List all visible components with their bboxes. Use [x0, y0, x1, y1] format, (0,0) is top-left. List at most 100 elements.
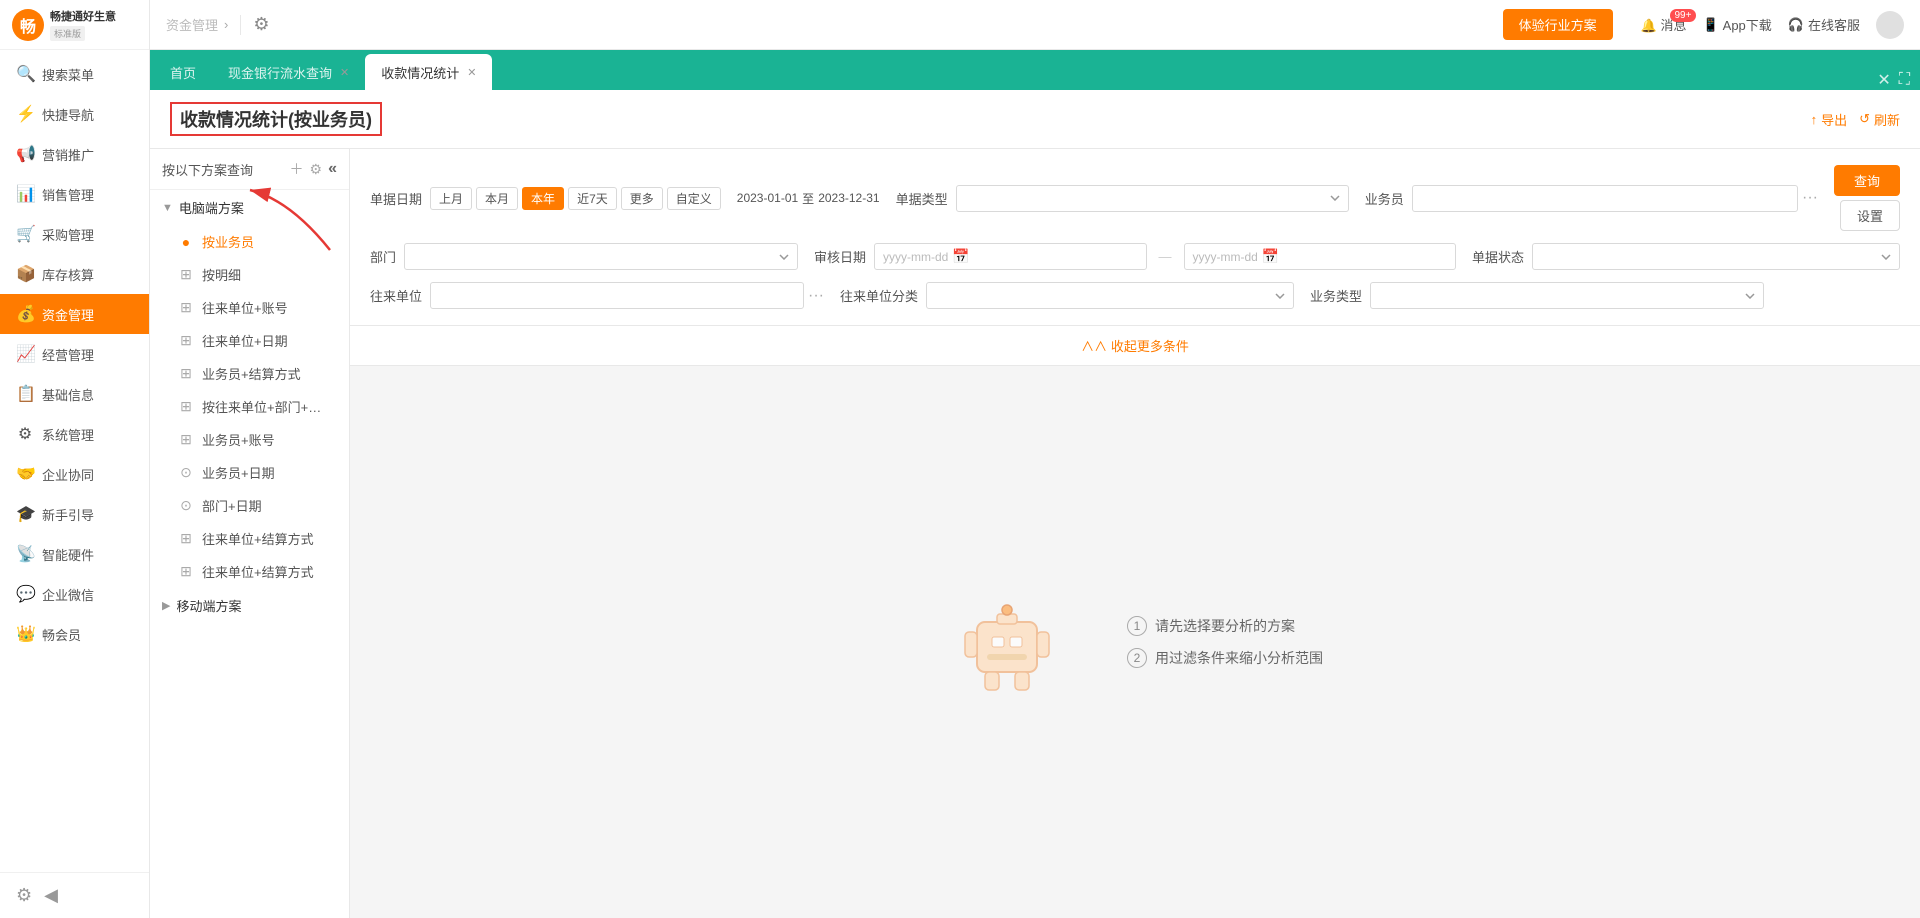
- app-download-area[interactable]: 📱 App下载: [1702, 15, 1771, 34]
- doc-type-label: 单据类型: [896, 189, 948, 208]
- panel-item-unit-date[interactable]: ⊞ 往来单位+日期: [150, 324, 349, 357]
- date-btn-this-month[interactable]: 本月: [476, 187, 518, 210]
- sidebar-item-system[interactable]: ⚙ 系统管理: [0, 414, 149, 454]
- settings-footer-icon[interactable]: ⚙: [16, 885, 32, 906]
- online-service-area[interactable]: 🎧 在线客服: [1788, 15, 1860, 34]
- sidebar-item-purchase[interactable]: 🛒 采购管理: [0, 214, 149, 254]
- date-btn-this-year[interactable]: 本年: [522, 187, 564, 210]
- sidebar-item-finance[interactable]: 💰 资金管理: [0, 294, 149, 334]
- dept-select[interactable]: [404, 243, 798, 270]
- panel-item-by-salesman[interactable]: ● 按业务员: [150, 225, 349, 258]
- iot-icon: 📡: [16, 544, 34, 564]
- sidebar-item-label: 资金管理: [42, 305, 94, 324]
- date-separator: 至: [802, 190, 814, 207]
- panel-item-salesman-date[interactable]: ⊙ 业务员+日期: [150, 456, 349, 489]
- panel-item-by-detail[interactable]: ⊞ 按明细: [150, 258, 349, 291]
- tab-collection-stats[interactable]: 收款情况统计 ✕: [365, 54, 492, 90]
- notification-area[interactable]: 🔔 消息 99+: [1641, 15, 1687, 34]
- guide-icon: 🎓: [16, 504, 34, 524]
- empty-tips: 1 请先选择要分析的方案 2 用过滤条件来缩小分析范围: [1127, 616, 1323, 668]
- doc-status-filter-group: 单据状态: [1472, 243, 1900, 270]
- date-btn-more[interactable]: 更多: [621, 187, 663, 210]
- sidebar-item-enterprise[interactable]: 🤝 企业协同: [0, 454, 149, 494]
- user-avatar[interactable]: [1876, 11, 1904, 39]
- bell-icon: 🔔: [1641, 18, 1657, 33]
- mobile-section-title[interactable]: ▶ 移动端方案: [150, 588, 349, 623]
- panel-item-dept-date[interactable]: ⊙ 部门+日期: [150, 489, 349, 522]
- partner-input[interactable]: [430, 282, 804, 309]
- quick-nav-icon: ⚡: [16, 104, 34, 124]
- refresh-button[interactable]: ↺ 刷新: [1859, 110, 1900, 129]
- sidebar-item-inventory[interactable]: 📦 库存核算: [0, 254, 149, 294]
- add-scheme-icon[interactable]: ＋: [290, 159, 304, 179]
- dept-label: 部门: [370, 247, 396, 266]
- unit-settlement2-icon: ⊞: [178, 563, 194, 580]
- panel-item-unit-settlement1[interactable]: ⊞ 往来单位+结算方式: [150, 522, 349, 555]
- export-button[interactable]: ↑ 导出: [1811, 110, 1848, 129]
- breadcrumb-text: 资金管理: [166, 15, 218, 34]
- purchase-icon: 🛒: [16, 224, 34, 244]
- collapse-panel-button[interactable]: «: [328, 160, 337, 178]
- panel-item-salesman-account[interactable]: ⊞ 业务员+账号: [150, 423, 349, 456]
- collapse-bar[interactable]: ∧∧ 收起更多条件: [350, 326, 1920, 366]
- tab-bank-flow[interactable]: 现金银行流水查询 ✕: [212, 54, 365, 90]
- fullscreen-button[interactable]: ⛶: [1899, 71, 1910, 89]
- salesman-input[interactable]: [1412, 185, 1798, 212]
- panel-item-unit-dept-collect[interactable]: ⊞ 按往来单位+部门+收...: [150, 390, 349, 423]
- sidebar-item-basic-info[interactable]: 📋 基础信息: [0, 374, 149, 414]
- calendar-icon-to: 📅: [1262, 248, 1279, 265]
- query-button[interactable]: 查询: [1834, 165, 1900, 196]
- empty-tip-2: 2 用过滤条件来缩小分析范围: [1127, 648, 1323, 668]
- close-all-button[interactable]: ✕: [1877, 70, 1890, 90]
- filter-settings-button[interactable]: 设置: [1840, 200, 1900, 231]
- tab-collection-stats-close[interactable]: ✕: [467, 66, 476, 79]
- marketing-icon: 📢: [16, 144, 34, 164]
- dept-filter-group: 部门: [370, 243, 798, 270]
- panel-item-label: 往来单位+账号: [202, 298, 288, 317]
- doc-status-select[interactable]: [1532, 243, 1900, 270]
- panel-item-salesman-settlement[interactable]: ⊞ 业务员+结算方式: [150, 357, 349, 390]
- sidebar-item-iot[interactable]: 📡 智能硬件: [0, 534, 149, 574]
- sidebar-item-sales[interactable]: 📊 销售管理: [0, 174, 149, 214]
- app-download-label: App下载: [1723, 15, 1772, 34]
- partner-category-select[interactable]: [926, 282, 1294, 309]
- desktop-section-title[interactable]: ▼ 电脑端方案: [150, 190, 349, 225]
- audit-date-label: 审核日期: [814, 247, 866, 266]
- tab-home[interactable]: 首页: [150, 54, 212, 90]
- page-header: 收款情况统计(按业务员) ↑ 导出 ↺ 刷新: [150, 90, 1920, 149]
- date-btn-custom[interactable]: 自定义: [667, 187, 721, 210]
- sidebar-item-wechat[interactable]: 💬 企业微信: [0, 574, 149, 614]
- sidebar-item-operations[interactable]: 📈 经营管理: [0, 334, 149, 374]
- audit-date-from-input[interactable]: yyyy-mm-dd 📅: [874, 243, 1147, 270]
- sidebar-item-member[interactable]: 👑 畅会员: [0, 614, 149, 654]
- partner-more-icon[interactable]: ···: [808, 287, 824, 305]
- date-range-input: 2023-01-01 至 2023-12-31: [737, 190, 880, 207]
- trial-button[interactable]: 体验行业方案: [1503, 9, 1613, 40]
- sidebar-item-search-menu[interactable]: 🔍 搜索菜单: [0, 54, 149, 94]
- date-btn-last-month[interactable]: 上月: [430, 187, 472, 210]
- page-body: 按以下方案查询 ＋ ⚙ «: [150, 149, 1920, 918]
- settings-scheme-icon[interactable]: ⚙: [310, 161, 323, 178]
- salesman-more-icon[interactable]: ···: [1802, 189, 1818, 207]
- date-range-buttons: 上月 本月 本年 近7天 更多 自定义: [430, 187, 721, 210]
- date-btn-last-7days[interactable]: 近7天: [568, 187, 617, 210]
- sidebar-item-guide[interactable]: 🎓 新手引导: [0, 494, 149, 534]
- biz-type-select[interactable]: [1370, 282, 1764, 309]
- wechat-icon: 💬: [16, 584, 34, 604]
- unit-account-icon: ⊞: [178, 299, 194, 316]
- settings-icon[interactable]: ⚙: [253, 14, 269, 35]
- topbar: 资金管理 › ⚙ 体验行业方案 🔔 消息 99+ 📱 App下载 🎧 在线客服: [150, 0, 1920, 50]
- tab-bank-flow-close[interactable]: ✕: [340, 66, 349, 79]
- audit-date-to-input[interactable]: yyyy-mm-dd 📅: [1184, 243, 1457, 270]
- sidebar-item-marketing[interactable]: 📢 营销推广: [0, 134, 149, 174]
- doc-status-label: 单据状态: [1472, 247, 1524, 266]
- panel-item-unit-settlement2[interactable]: ⊞ 往来单位+结算方式: [150, 555, 349, 588]
- sidebar-item-quick-nav[interactable]: ⚡ 快捷导航: [0, 94, 149, 134]
- operations-icon: 📈: [16, 344, 34, 364]
- doc-type-select[interactable]: [956, 185, 1349, 212]
- biz-type-filter-group: 业务类型: [1310, 282, 1764, 309]
- panel-item-unit-account[interactable]: ⊞ 往来单位+账号: [150, 291, 349, 324]
- export-icon: ↑: [1811, 112, 1818, 127]
- collapse-sidebar-icon[interactable]: ◀︎: [44, 885, 58, 906]
- collapse-icon: ∧∧: [1081, 339, 1107, 354]
